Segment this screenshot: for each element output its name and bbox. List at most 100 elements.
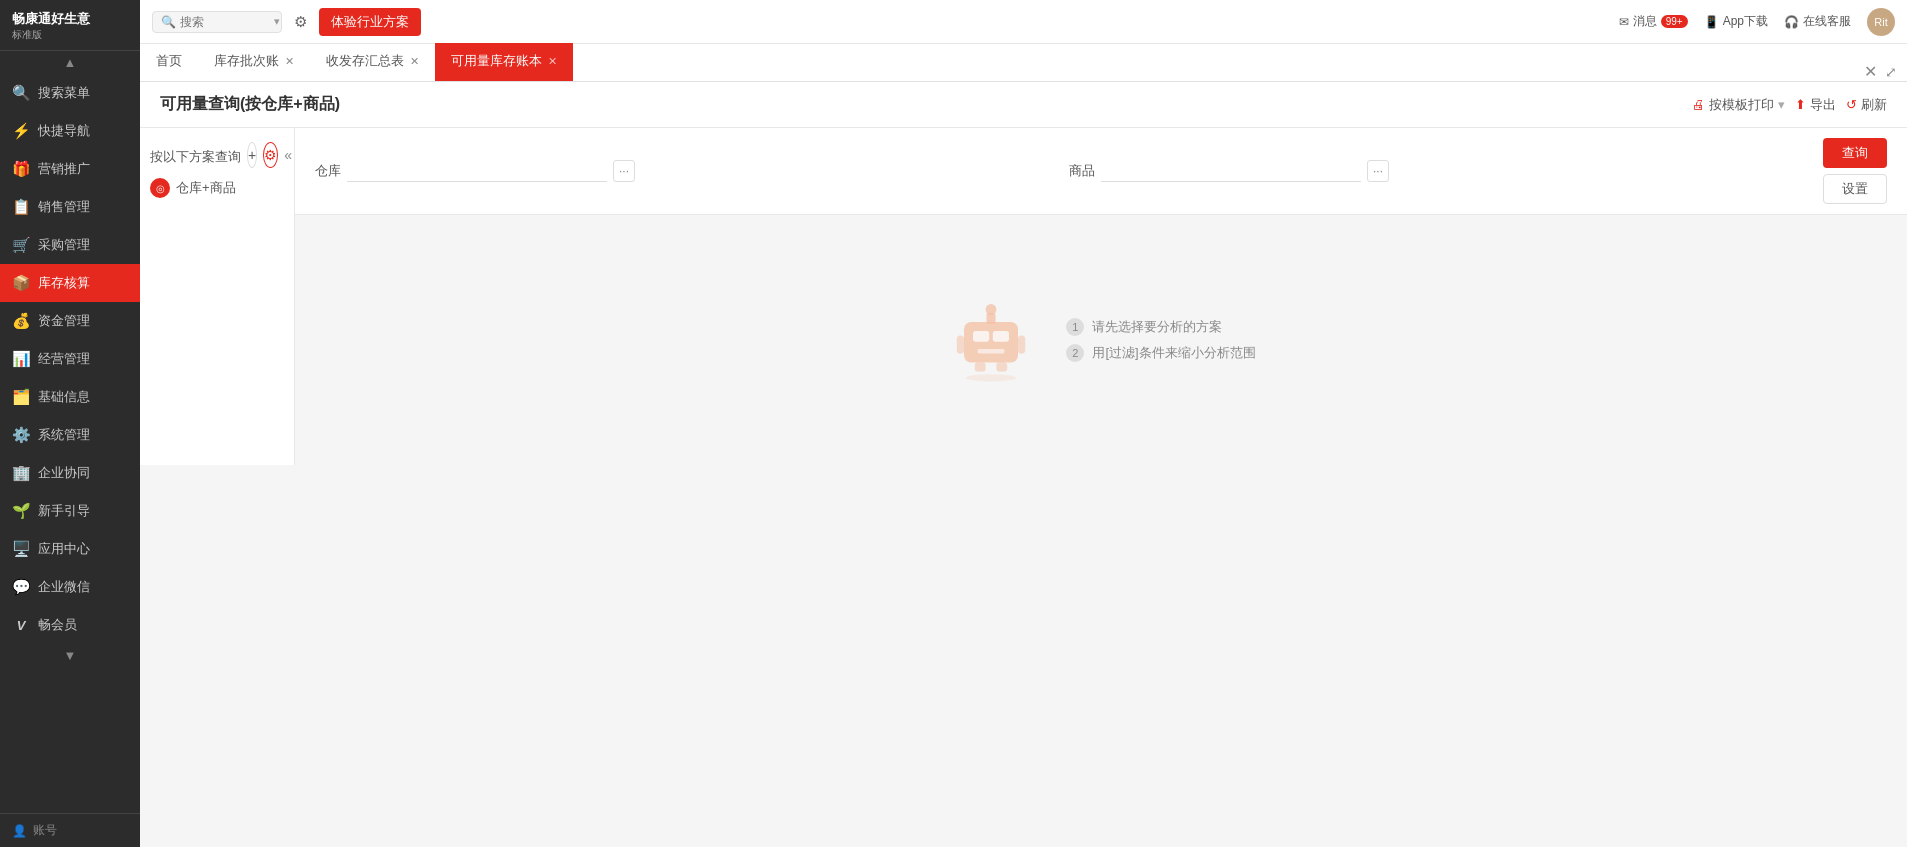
svg-rect-7 — [1018, 336, 1025, 354]
sidebar-item-operations[interactable]: 📊 经营管理 — [0, 340, 140, 378]
gear-icon[interactable]: ⚙ — [294, 13, 307, 31]
sidebar-item-system[interactable]: ⚙️ 系统管理 — [0, 416, 140, 454]
headset-icon: 🎧 — [1784, 15, 1799, 29]
sidebar-item-purchase[interactable]: 🛒 采购管理 — [0, 226, 140, 264]
online-service-button[interactable]: 🎧 在线客服 — [1784, 13, 1851, 30]
chevron-down-icon[interactable]: ▾ — [1778, 97, 1785, 112]
refresh-button[interactable]: ↺ 刷新 — [1846, 96, 1887, 114]
goods-more-button[interactable]: ··· — [1367, 160, 1389, 182]
goods-input[interactable] — [1101, 160, 1361, 182]
tabs-bar: 首页 库存批次账 ✕ 收发存汇总表 ✕ 可用量库存账本 ✕ ✕ ⤢ — [140, 44, 1907, 82]
warehouse-input[interactable] — [347, 160, 607, 182]
sidebar-item-label: 采购管理 — [38, 236, 90, 254]
sidebar-item-member[interactable]: V 畅会员 — [0, 606, 140, 644]
sidebar-item-label: 畅会员 — [38, 616, 77, 634]
search-icon: 🔍 — [12, 84, 30, 102]
search-input[interactable] — [180, 15, 270, 29]
svg-rect-6 — [957, 336, 964, 354]
user-avatar-button[interactable]: Rit — [1867, 8, 1895, 36]
user-name-label: Rit — [1874, 16, 1887, 28]
sidebar-item-label: 企业协同 — [38, 464, 90, 482]
page-header-actions: 🖨 按模板打印 ▾ ⬆ 导出 ↺ 刷新 — [1692, 96, 1887, 114]
wechat-icon: 💬 — [12, 578, 30, 596]
topbar-right: ✉ 消息 99+ 📱 App下载 🎧 在线客服 Rit — [1619, 8, 1895, 36]
page-header: 可用量查询(按仓库+商品) 🖨 按模板打印 ▾ ⬆ 导出 ↺ 刷新 — [140, 82, 1907, 128]
chevron-down-icon[interactable]: ▾ — [274, 15, 280, 28]
svg-rect-3 — [978, 349, 1005, 354]
svg-point-5 — [986, 304, 997, 315]
search-icon: 🔍 — [161, 15, 176, 29]
right-content: 仓库 ··· 商品 ··· 查询 设置 — [295, 128, 1907, 465]
page-title: 可用量查询(按仓库+商品) — [160, 94, 340, 115]
app-download-button[interactable]: 📱 App下载 — [1704, 13, 1768, 30]
add-scheme-button[interactable]: + — [247, 142, 257, 168]
tab-batch-account[interactable]: 库存批次账 ✕ — [198, 43, 310, 81]
sidebar-scroll-down[interactable]: ▼ — [0, 644, 140, 667]
operations-icon: 📊 — [12, 350, 30, 368]
settings-button[interactable]: 设置 — [1823, 174, 1887, 204]
close-icon[interactable]: ✕ — [548, 55, 557, 68]
sidebar-item-label: 快捷导航 — [38, 122, 90, 140]
sidebar-item-inventory[interactable]: 📦 库存核算 — [0, 264, 140, 302]
export-button[interactable]: ⬆ 导出 — [1795, 96, 1836, 114]
print-icon: 🖨 — [1692, 97, 1705, 112]
main-area: 🔍 ▾ ⚙ 体验行业方案 ✉ 消息 99+ 📱 App下载 🎧 在线客服 Rit — [140, 0, 1907, 847]
sidebar-item-new-guide[interactable]: 🌱 新手引导 — [0, 492, 140, 530]
system-icon: ⚙️ — [12, 426, 30, 444]
close-icon[interactable]: ✕ — [410, 55, 419, 68]
phone-icon: 📱 — [1704, 15, 1719, 29]
collapse-icon[interactable]: « — [284, 147, 292, 163]
svg-rect-9 — [997, 363, 1008, 372]
tip-num-2: 2 — [1066, 344, 1084, 362]
tab-home[interactable]: 首页 — [140, 43, 198, 81]
scheme-label: 按以下方案查询 — [150, 144, 241, 166]
message-label: 消息 — [1633, 13, 1657, 30]
message-badge: 99+ — [1661, 15, 1688, 28]
action-buttons: 查询 设置 — [1823, 138, 1887, 204]
sidebar-item-basic-info[interactable]: 🗂️ 基础信息 — [0, 378, 140, 416]
message-button[interactable]: ✉ 消息 99+ — [1619, 13, 1688, 30]
tab-receive-summary-label: 收发存汇总表 — [326, 52, 404, 70]
scheme-panel: 按以下方案查询 + ⚙ « ◎ 仓库+商品 — [140, 128, 295, 465]
warehouse-more-button[interactable]: ··· — [613, 160, 635, 182]
sidebar-item-enterprise[interactable]: 🏢 企业协同 — [0, 454, 140, 492]
query-button[interactable]: 查询 — [1823, 138, 1887, 168]
export-label: 导出 — [1810, 96, 1836, 114]
message-icon: ✉ — [1619, 15, 1629, 29]
sidebar-item-app-center[interactable]: 🖥️ 应用中心 — [0, 530, 140, 568]
tab-available-ledger[interactable]: 可用量库存账本 ✕ — [435, 43, 573, 81]
sidebar-item-search[interactable]: 🔍 搜索菜单 — [0, 74, 140, 112]
expand-icon[interactable]: ⤢ — [1885, 64, 1897, 80]
sidebar-item-label: 经营管理 — [38, 350, 90, 368]
svg-rect-1 — [973, 331, 989, 342]
sidebar-item-finance[interactable]: 💰 资金管理 — [0, 302, 140, 340]
sidebar-item-wechat[interactable]: 💬 企业微信 — [0, 568, 140, 606]
close-tab-icon[interactable]: ✕ — [1864, 62, 1877, 81]
scheme-item-icon: ◎ — [150, 178, 170, 198]
sidebar: 畅康通好生意 标准版 ▲ 🔍 搜索菜单 ⚡ 快捷导航 🎁 营销推广 📋 销售管理… — [0, 0, 140, 847]
tip-text-2: 用[过滤]条件来缩小分析范围 — [1092, 344, 1255, 362]
topbar-search-box[interactable]: 🔍 ▾ — [152, 11, 282, 33]
sidebar-item-label: 销售管理 — [38, 198, 90, 216]
print-button[interactable]: 🖨 按模板打印 ▾ — [1692, 96, 1785, 114]
topbar: 🔍 ▾ ⚙ 体验行业方案 ✉ 消息 99+ 📱 App下载 🎧 在线客服 Rit — [140, 0, 1907, 44]
purchase-icon: 🛒 — [12, 236, 30, 254]
sidebar-item-label: 应用中心 — [38, 540, 90, 558]
scheme-settings-button[interactable]: ⚙ — [263, 142, 278, 168]
sidebar-item-marketing[interactable]: 🎁 营销推广 — [0, 150, 140, 188]
trial-button[interactable]: 体验行业方案 — [319, 8, 421, 36]
tab-receive-summary[interactable]: 收发存汇总表 ✕ — [310, 43, 435, 81]
sidebar-item-sales[interactable]: 📋 销售管理 — [0, 188, 140, 226]
sidebar-item-quick-nav[interactable]: ⚡ 快捷导航 — [0, 112, 140, 150]
sidebar-item-label: 系统管理 — [38, 426, 90, 444]
sidebar-scroll-up[interactable]: ▲ — [0, 51, 140, 74]
scheme-warehouse-goods[interactable]: ◎ 仓库+商品 — [140, 174, 294, 202]
goods-label: 商品 — [1069, 162, 1095, 180]
close-icon[interactable]: ✕ — [285, 55, 294, 68]
scheme-item-label: 仓库+商品 — [176, 179, 236, 197]
tab-available-ledger-label: 可用量库存账本 — [451, 52, 542, 70]
app-center-icon: 🖥️ — [12, 540, 30, 558]
sidebar-bottom-user[interactable]: 👤 账号 — [0, 813, 140, 847]
svg-point-10 — [966, 374, 1016, 381]
svg-rect-8 — [975, 363, 986, 372]
